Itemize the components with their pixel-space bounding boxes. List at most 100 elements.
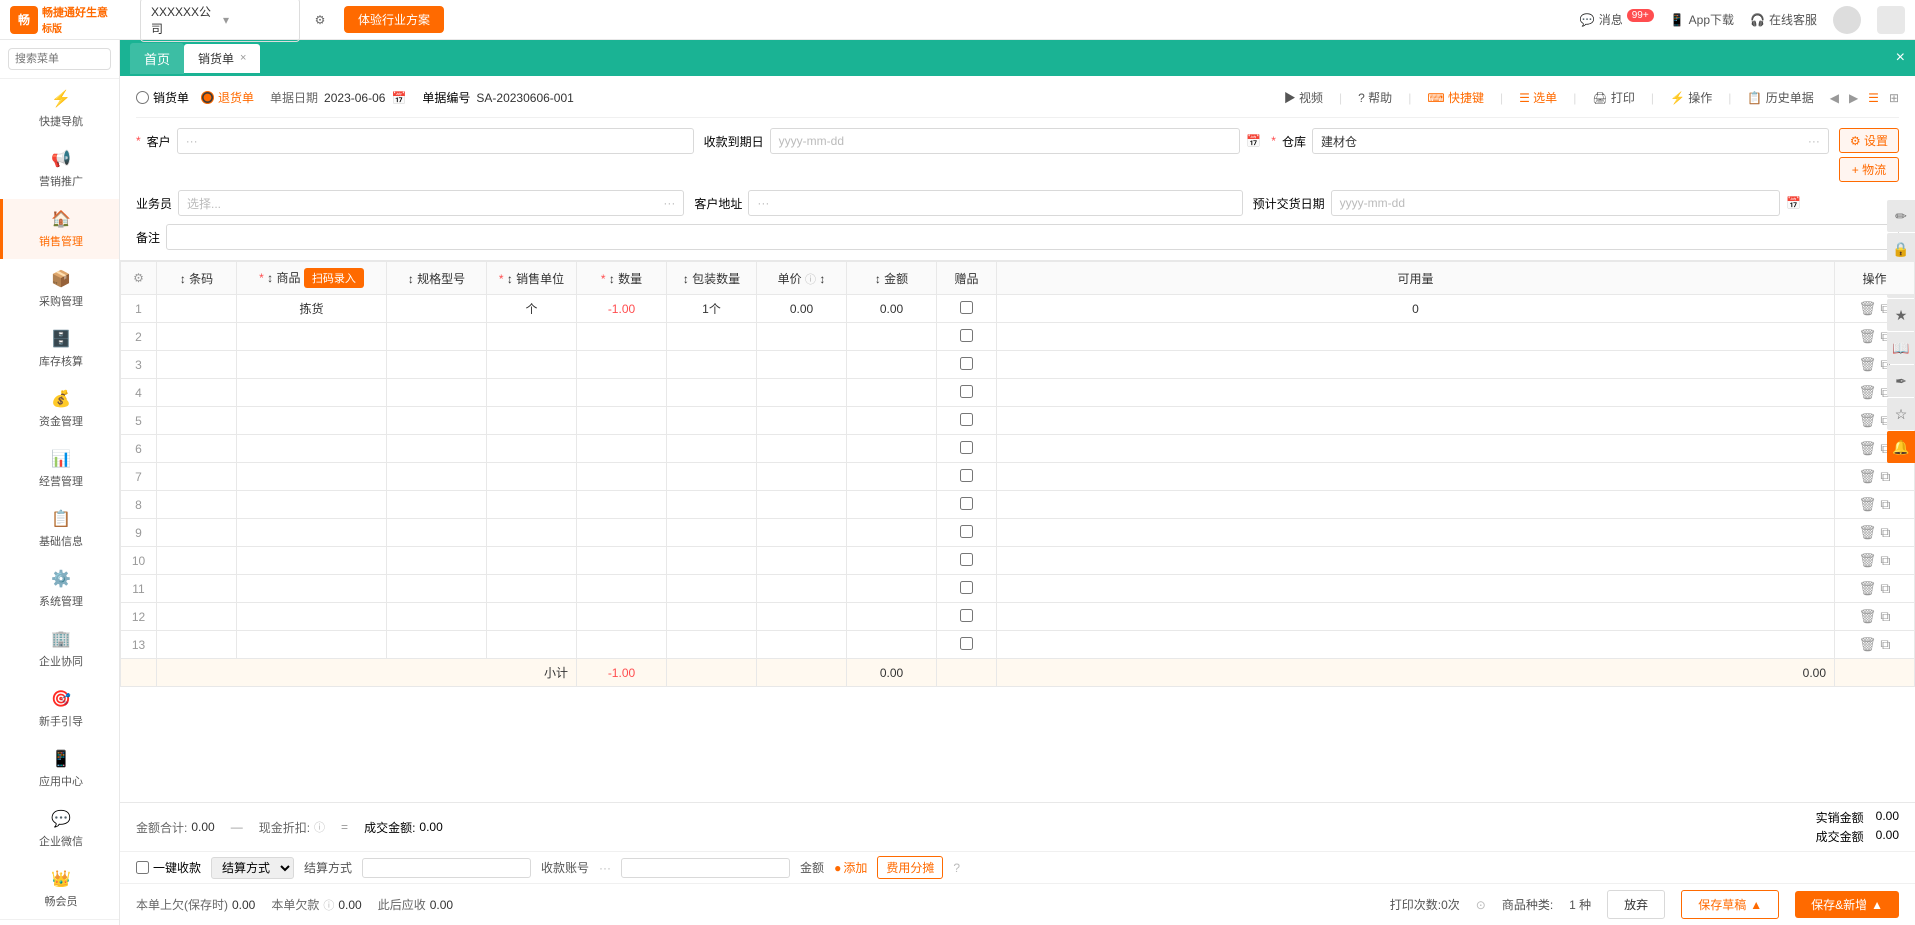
float-alert-btn[interactable]: 🔔 [1887, 431, 1915, 463]
sidebar-item-system[interactable]: ⚙️ 系统管理 [0, 559, 119, 619]
copy-icon[interactable]: ⧉ [1880, 524, 1890, 541]
receipt-calendar-icon[interactable]: 📅 [1246, 134, 1261, 148]
row-gift[interactable] [937, 407, 997, 435]
row-pkg-qty[interactable] [667, 631, 757, 659]
delete-icon[interactable]: 🗑 [1859, 384, 1877, 401]
settings-gear-icon[interactable]: ⚙ [306, 6, 334, 34]
row-unit[interactable] [487, 407, 577, 435]
row-barcode[interactable] [157, 407, 237, 435]
row-pkg-qty[interactable] [667, 491, 757, 519]
row-spec[interactable] [387, 519, 487, 547]
calc-method-select[interactable]: 结算方式 [211, 857, 294, 879]
radio-return-order[interactable]: 退货单 [201, 89, 254, 106]
delete-icon[interactable]: 🗑 [1859, 468, 1877, 485]
salesperson-input[interactable]: 选择... ··· [178, 190, 684, 216]
row-product[interactable] [237, 379, 387, 407]
float-pen-btn[interactable]: ✒ [1887, 365, 1915, 397]
gift-checkbox[interactable] [960, 497, 973, 510]
row-amount[interactable] [847, 575, 937, 603]
trial-button[interactable]: 体验行业方案 [344, 6, 444, 33]
row-product[interactable] [237, 463, 387, 491]
float-star-btn[interactable]: ★ [1887, 299, 1915, 331]
gift-checkbox[interactable] [960, 441, 973, 454]
row-price[interactable] [757, 547, 847, 575]
row-barcode[interactable] [157, 351, 237, 379]
copy-icon[interactable]: ⧉ [1880, 468, 1890, 485]
row-spec[interactable] [387, 379, 487, 407]
row-pkg-qty[interactable] [667, 379, 757, 407]
date-value[interactable]: 2023-06-06 [324, 91, 385, 105]
row-amount[interactable] [847, 463, 937, 491]
company-selector[interactable]: XXXXXX公司 ▾ [140, 0, 300, 42]
radio-sales-input[interactable] [136, 91, 149, 104]
user-menu-icon[interactable] [1877, 6, 1905, 34]
app-download-button[interactable]: 📱 App下载 [1670, 11, 1734, 28]
toolbar-help[interactable]: ? 帮助 [1352, 86, 1398, 109]
expense-split-button[interactable]: 费用分摊 [877, 856, 943, 879]
warehouse-input[interactable]: 建材仓 ··· [1312, 128, 1829, 154]
row-product[interactable] [237, 519, 387, 547]
delete-icon[interactable]: 🗑 [1859, 496, 1877, 513]
grid-view-icon[interactable]: ⊞ [1889, 91, 1899, 105]
gift-checkbox[interactable] [960, 301, 973, 314]
gift-checkbox[interactable] [960, 469, 973, 482]
table-settings-icon[interactable]: ⚙ [133, 271, 144, 285]
delete-icon[interactable]: 🗑 [1859, 356, 1877, 373]
tab-sales-order[interactable]: 销货单 × [184, 44, 260, 73]
sidebar-item-enterprise[interactable]: 🏢 企业协同 [0, 619, 119, 679]
row-price[interactable] [757, 603, 847, 631]
product-types-icon[interactable]: ⊙ [1476, 898, 1486, 912]
row-product[interactable] [237, 547, 387, 575]
row-unit[interactable] [487, 603, 577, 631]
row-qty[interactable] [577, 519, 667, 547]
row-amount[interactable] [847, 519, 937, 547]
float-bookmark-btn[interactable]: ☆ [1887, 398, 1915, 430]
account-dots[interactable]: ··· [599, 861, 611, 875]
row-unit[interactable] [487, 547, 577, 575]
gift-checkbox[interactable] [960, 637, 973, 650]
delete-icon[interactable]: 🗑 [1859, 580, 1877, 597]
row-unit[interactable]: 个 [487, 295, 577, 323]
row-pkg-qty[interactable]: 1个 [667, 295, 757, 323]
copy-icon[interactable]: ⧉ [1880, 496, 1890, 513]
row-pkg-qty[interactable] [667, 435, 757, 463]
nav-next-icon[interactable]: ▶ [1849, 91, 1858, 105]
user-avatar[interactable] [1833, 6, 1861, 34]
gift-checkbox[interactable] [960, 581, 973, 594]
row-pkg-qty[interactable] [667, 547, 757, 575]
row-barcode[interactable] [157, 547, 237, 575]
toolbar-print[interactable]: 🖨 打印 [1586, 86, 1641, 109]
row-spec[interactable] [387, 631, 487, 659]
row-barcode[interactable] [157, 575, 237, 603]
row-gift[interactable] [937, 379, 997, 407]
row-pkg-qty[interactable] [667, 407, 757, 435]
row-qty[interactable] [577, 603, 667, 631]
sidebar-item-operations[interactable]: 📊 经营管理 [0, 439, 119, 499]
remarks-input[interactable] [166, 224, 1899, 250]
row-qty[interactable] [577, 435, 667, 463]
row-amount[interactable] [847, 631, 937, 659]
row-amount[interactable] [847, 435, 937, 463]
row-product[interactable] [237, 435, 387, 463]
row-price[interactable] [757, 323, 847, 351]
row-unit[interactable] [487, 435, 577, 463]
row-barcode[interactable] [157, 463, 237, 491]
row-unit[interactable] [487, 463, 577, 491]
account-input[interactable] [362, 858, 531, 878]
row-product[interactable] [237, 575, 387, 603]
amount-input[interactable] [621, 858, 790, 878]
one-click-payment-input[interactable] [136, 861, 149, 874]
copy-icon[interactable]: ⧉ [1880, 552, 1890, 569]
delete-icon[interactable]: 🗑 [1859, 300, 1877, 317]
row-gift[interactable] [937, 575, 997, 603]
row-price[interactable] [757, 575, 847, 603]
row-gift[interactable] [937, 323, 997, 351]
toolbar-history[interactable]: 📋 历史单据 [1741, 86, 1819, 109]
row-spec[interactable] [387, 295, 487, 323]
nav-prev-icon[interactable]: ◀ [1830, 91, 1839, 105]
row-spec[interactable] [387, 407, 487, 435]
float-book-btn[interactable]: 📖 [1887, 332, 1915, 364]
row-gift[interactable] [937, 491, 997, 519]
th-barcode-sort[interactable]: ↕ [180, 272, 186, 286]
copy-icon[interactable]: ⧉ [1880, 580, 1890, 597]
